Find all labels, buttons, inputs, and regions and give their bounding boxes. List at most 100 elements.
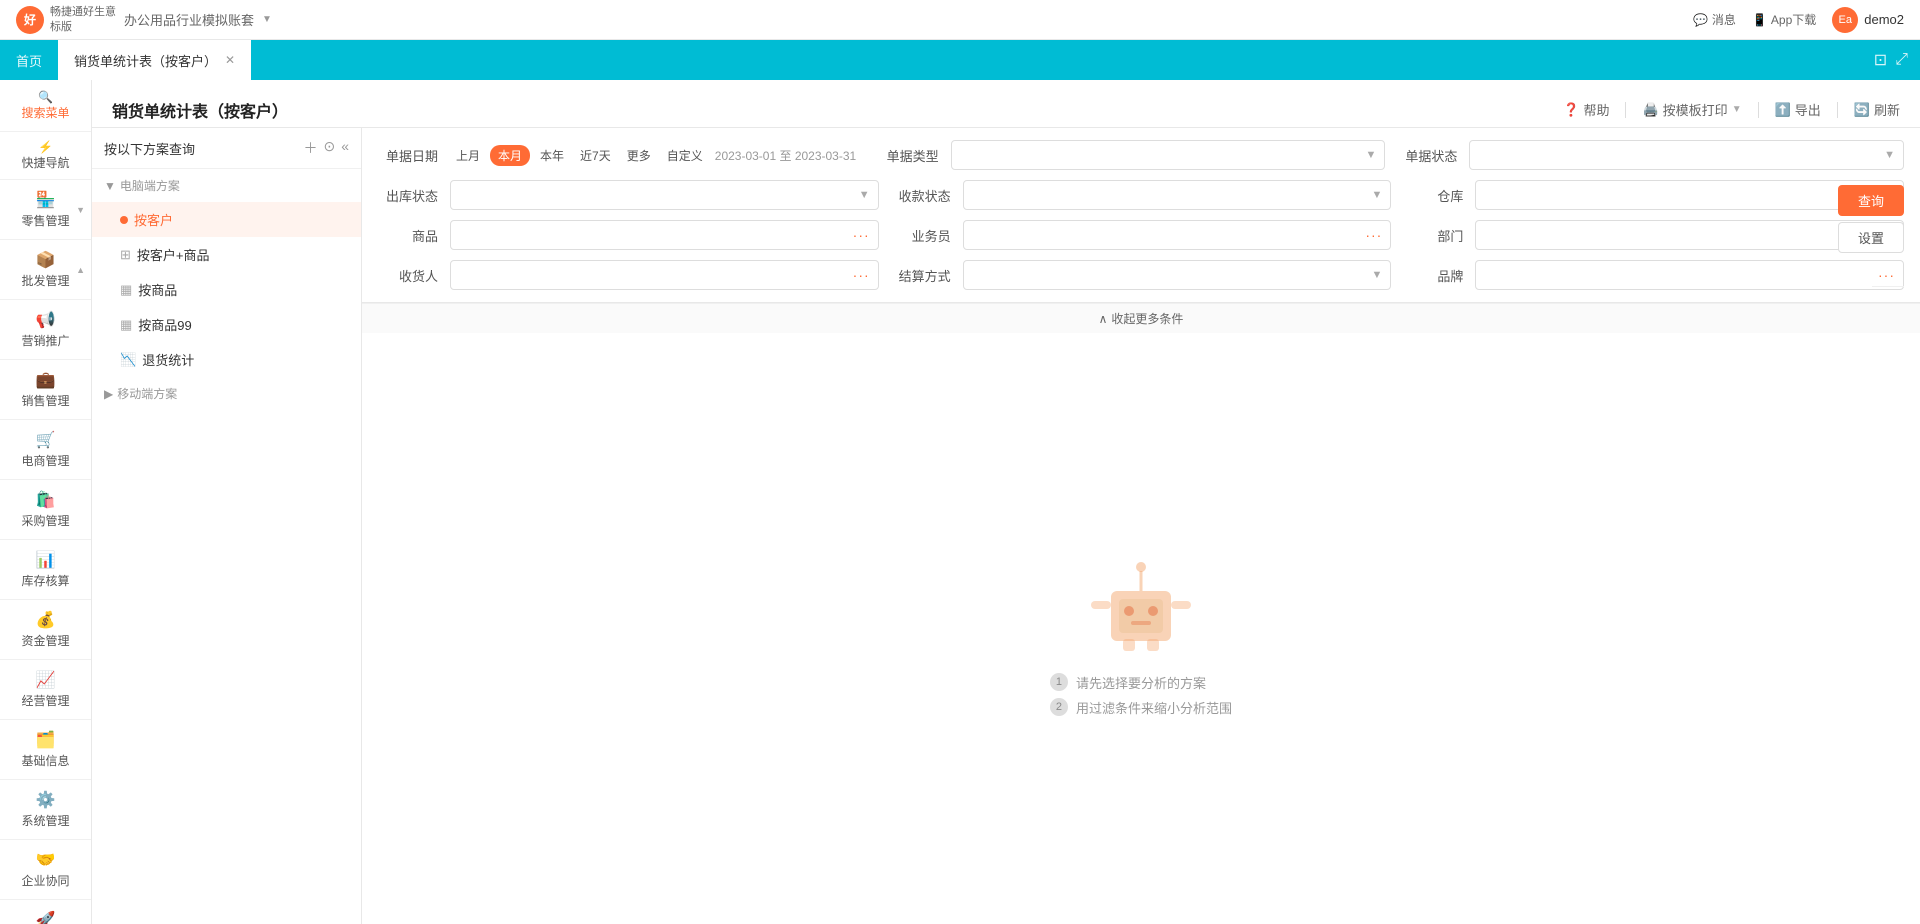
app-dropdown-icon[interactable]: ▼ <box>262 14 272 25</box>
product-select[interactable]: ··· <box>450 220 879 250</box>
help-button[interactable]: ❓ 帮助 <box>1563 100 1609 119</box>
filter-area: 单据日期 上月 本月 本年 近7天 更多 自定义 2023-03-01 至 20… <box>362 128 1920 303</box>
sidebar-item-operation[interactable]: 📈 经营管理 <box>0 660 91 720</box>
filter-row-4: 收货人 ··· 结算方式 ▼ 品牌 ··· <box>378 260 1904 290</box>
tree-item-by-customer-product[interactable]: ⊞ 按客户+商品 <box>92 237 361 272</box>
user-area[interactable]: Ea demo2 <box>1832 7 1904 33</box>
receiver-select[interactable]: ··· <box>450 260 879 290</box>
date-tab-this-year[interactable]: 本年 <box>534 145 570 166</box>
payment-label: 结算方式 <box>891 266 951 285</box>
tree-group-mobile[interactable]: ▶ 移动端方案 <box>92 377 361 410</box>
edit-scheme-button[interactable]: ⊙ <box>323 138 335 158</box>
logo-icon: 好 <box>16 6 44 34</box>
customer-product-icon: ⊞ <box>120 247 131 263</box>
empty-tip-2: 2 用过滤条件来缩小分析范围 <box>1050 698 1232 717</box>
out-status-arrow-icon: ▼ <box>859 189 870 201</box>
sales-icon: 💼 <box>36 370 56 390</box>
tab-home[interactable]: 首页 <box>0 40 58 80</box>
tab-sales-stats[interactable]: 销货单统计表（按客户） ✕ <box>58 40 251 80</box>
print-icon: 🖨️ <box>1642 102 1658 118</box>
divider3 <box>1837 102 1838 118</box>
sidebar-item-enterprise[interactable]: 🤝 企业协同 <box>0 840 91 900</box>
tree-item-by-product-99[interactable]: ▦ 按商品99 <box>92 307 361 342</box>
refresh-button[interactable]: 🔄 刷新 <box>1854 100 1900 119</box>
payment-select[interactable]: ▼ <box>963 260 1392 290</box>
collapse-bar[interactable]: ∧ 收起更多条件 <box>362 303 1920 333</box>
receiver-dots-icon: ··· <box>853 267 870 283</box>
left-panel-actions: ＋ ⊙ « <box>303 138 349 158</box>
date-tab-more[interactable]: 更多 <box>621 145 657 166</box>
settings-button[interactable]: 设置 <box>1838 222 1904 253</box>
sidebar-item-system[interactable]: ⚙️ 系统管理 <box>0 780 91 840</box>
avatar: Ea <box>1832 7 1858 33</box>
salesperson-label: 业务员 <box>891 226 951 245</box>
date-tab-7days[interactable]: 近7天 <box>574 145 617 166</box>
retail-arrow-icon: ▼ <box>76 205 85 215</box>
user-name: demo2 <box>1864 12 1904 27</box>
page-header: 销货单统计表（按客户） ❓ 帮助 🖨️ 按模板打印 ▼ ⬆️ 导出 <box>92 80 1920 128</box>
empty-state: 1 请先选择要分析的方案 2 用过滤条件来缩小分析范围 <box>362 333 1920 924</box>
collect-status-arrow-icon: ▼ <box>1371 189 1382 201</box>
doc-status-select[interactable]: ▼ <box>1469 140 1904 170</box>
sidebar-item-marketing[interactable]: 📢 营销推广 <box>0 300 91 360</box>
doc-type-arrow-icon: ▼ <box>1365 149 1376 161</box>
sidebar-item-retail[interactable]: 🏪 零售管理 ▼ <box>0 180 91 240</box>
tree-item-by-product[interactable]: ▦ 按商品 <box>92 272 361 307</box>
quick-icon: ⚡ <box>38 140 53 154</box>
header-right: 💬 消息 📱 App下载 Ea demo2 <box>1693 7 1904 33</box>
add-scheme-button[interactable]: ＋ <box>303 138 317 158</box>
onboarding-icon: 🚀 <box>36 910 56 924</box>
sidebar-item-wholesale[interactable]: 📦 批发管理 ▲ <box>0 240 91 300</box>
collapse-panel-button[interactable]: « <box>341 138 349 158</box>
sidebar-item-search[interactable]: 🔍 搜索菜单 <box>0 80 91 132</box>
sidebar-item-inventory[interactable]: 📊 库存核算 <box>0 540 91 600</box>
doc-type-label: 单据类型 <box>879 146 939 165</box>
finance-icon: 💰 <box>36 610 56 630</box>
template-print-button[interactable]: 🖨️ 按模板打印 ▼ <box>1642 100 1741 119</box>
sidebar-item-onboarding[interactable]: 🚀 新手引导 <box>0 900 91 924</box>
sidebar-item-purchase[interactable]: 🛍️ 采购管理 <box>0 480 91 540</box>
tree-group-desktop[interactable]: ▼ 电脑端方案 <box>92 169 361 202</box>
tab-bar: 首页 销货单统计表（按客户） ✕ ⊡ ⤢ <box>0 40 1920 80</box>
sidebar-item-sales[interactable]: 💼 销售管理 <box>0 360 91 420</box>
sidebar-item-quick[interactable]: ⚡ 快捷导航 <box>0 132 91 180</box>
filter-row-2: 出库状态 ▼ 收款状态 ▼ 仓库 ··· <box>378 180 1904 210</box>
date-tab-custom[interactable]: 自定义 <box>661 145 709 166</box>
salesperson-select[interactable]: ··· <box>963 220 1392 250</box>
query-button[interactable]: 查询 <box>1838 185 1904 216</box>
wholesale-arrow-icon: ▲ <box>76 265 85 275</box>
tree-expand-icon: ▶ <box>104 387 113 401</box>
return-stats-icon: 📉 <box>120 352 136 368</box>
warehouse-label: 仓库 <box>1403 186 1463 205</box>
logo-area: 好 畅捷通好生意 标版 <box>16 5 116 34</box>
sidebar-item-basic[interactable]: 🗂️ 基础信息 <box>0 720 91 780</box>
tab-expand-icon[interactable]: ⤢ <box>1895 51 1908 69</box>
page-header-actions: ❓ 帮助 🖨️ 按模板打印 ▼ ⬆️ 导出 🔄 刷新 <box>1563 100 1900 119</box>
tab-close-icon[interactable]: ✕ <box>225 53 235 67</box>
divider2 <box>1758 102 1759 118</box>
sidebar-item-ecommerce[interactable]: 🛒 电商管理 <box>0 420 91 480</box>
left-panel-title: 按以下方案查询 <box>104 139 195 158</box>
date-tab-last-month[interactable]: 上月 <box>450 145 486 166</box>
download-icon: 📱 <box>1752 13 1767 27</box>
tree-item-by-customer[interactable]: 按客户 <box>92 202 361 237</box>
export-button[interactable]: ⬆️ 导出 <box>1775 100 1821 119</box>
sidebar-item-finance[interactable]: 💰 资金管理 <box>0 600 91 660</box>
tab-minimize-icon[interactable]: ⊡ <box>1874 50 1887 70</box>
out-status-select[interactable]: ▼ <box>450 180 879 210</box>
message-button[interactable]: 💬 消息 <box>1693 11 1736 28</box>
inventory-icon: 📊 <box>36 550 56 570</box>
product-icon: ▦ <box>120 282 132 298</box>
app-download-button[interactable]: 📱 App下载 <box>1752 11 1816 28</box>
collect-status-select[interactable]: ▼ <box>963 180 1392 210</box>
page-title: 销货单统计表（按客户） <box>112 98 288 122</box>
left-panel-header: 按以下方案查询 ＋ ⊙ « <box>92 128 361 169</box>
basic-icon: 🗂️ <box>36 730 56 750</box>
main-content: 🔍 搜索菜单 ⚡ 快捷导航 🏪 零售管理 ▼ 📦 批发管理 ▲ 📢 营销推广 💼… <box>0 80 1920 924</box>
doc-type-select[interactable]: ▼ <box>951 140 1386 170</box>
header-left: 好 畅捷通好生意 标版 办公用品行业模拟账套 ▼ <box>16 5 272 34</box>
brand-select[interactable]: ··· <box>1475 260 1904 290</box>
filter-row-1: 单据日期 上月 本月 本年 近7天 更多 自定义 2023-03-01 至 20… <box>378 140 1904 170</box>
date-tab-this-month[interactable]: 本月 <box>490 145 530 166</box>
tree-item-return-stats[interactable]: 📉 退货统计 <box>92 342 361 377</box>
